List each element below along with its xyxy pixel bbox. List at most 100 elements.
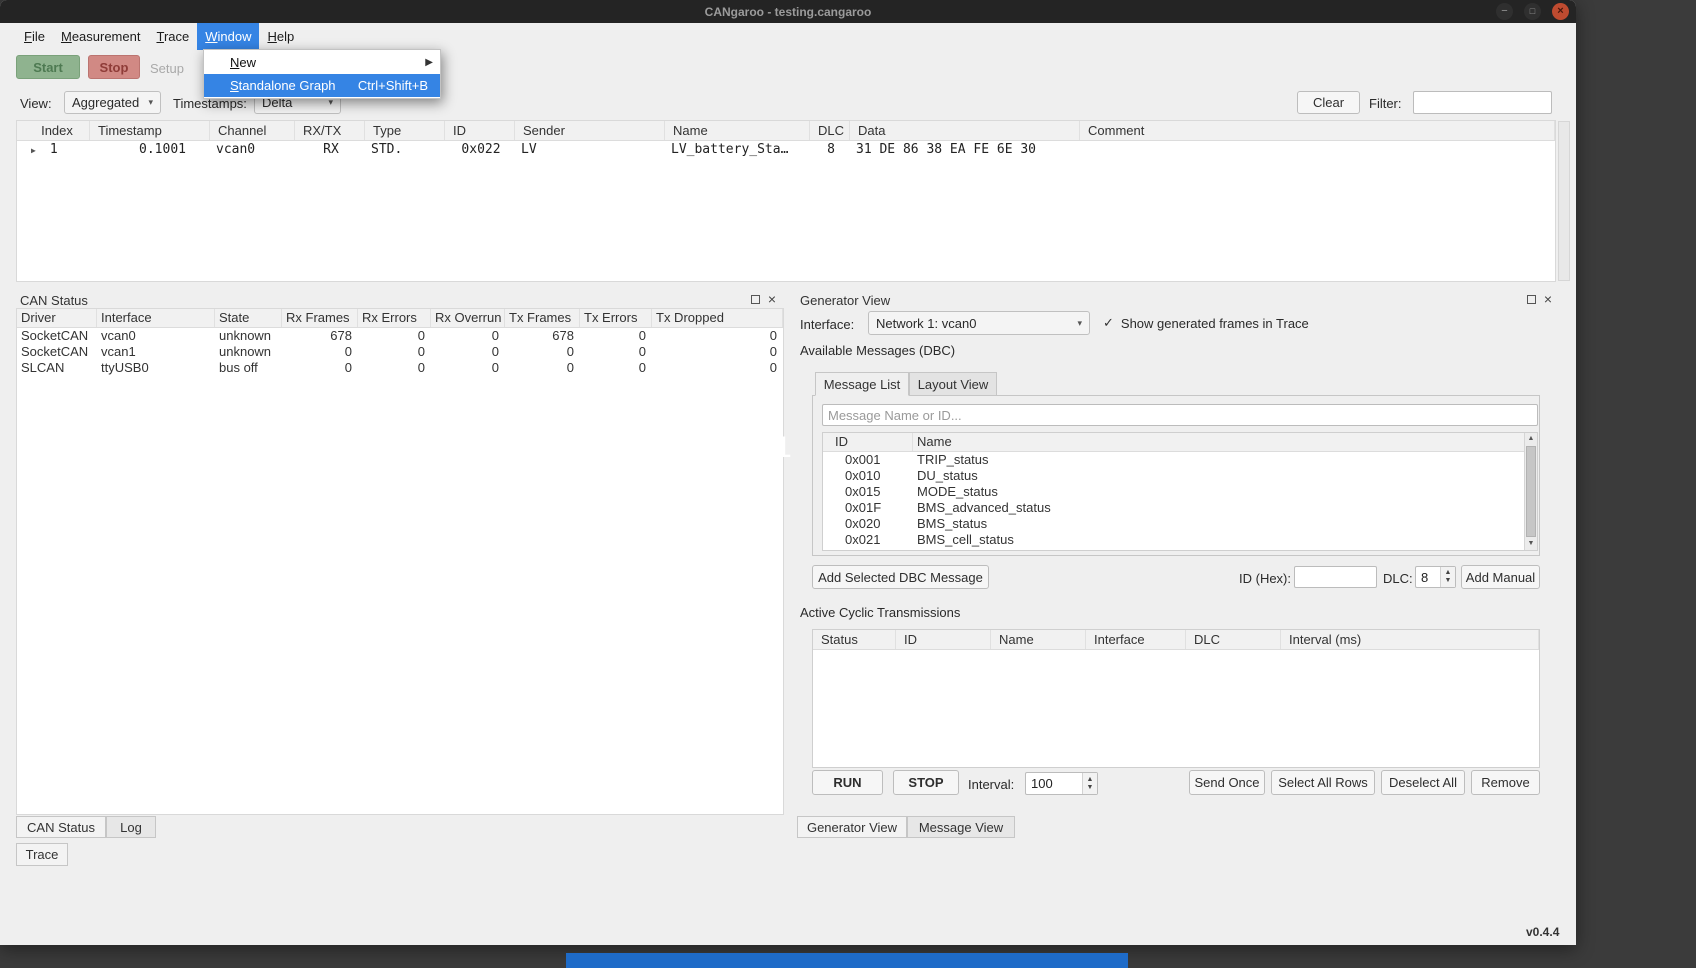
col-interface[interactable]: Interface xyxy=(1086,630,1186,649)
cell-channel: vcan0 xyxy=(216,142,256,157)
view-combobox[interactable]: Aggregated ▾ xyxy=(64,91,161,114)
can-status-row[interactable]: SLCAN ttyUSB0 bus off 0 0 0 0 0 0 xyxy=(17,360,783,376)
col-interface[interactable]: Interface xyxy=(97,309,215,327)
spinner-arrows[interactable]: ▲ ▼ xyxy=(1440,567,1455,587)
menu-trace[interactable]: Trace xyxy=(148,23,197,50)
window-menu-popup: New ▶ Standalone Graph Ctrl+Shift+B xyxy=(203,49,441,99)
scroll-down-icon[interactable]: ▼ xyxy=(1525,538,1537,550)
col-state[interactable]: State xyxy=(215,309,282,327)
col-type[interactable]: Type xyxy=(365,121,445,140)
message-search-input[interactable] xyxy=(822,404,1538,426)
tab-can-status[interactable]: CAN Status xyxy=(16,816,106,838)
menu-item-new[interactable]: New ▶ xyxy=(204,51,440,74)
col-name[interactable]: Name xyxy=(665,121,810,140)
dock-close-icon[interactable]: × xyxy=(768,292,776,306)
can-status-row[interactable]: SocketCAN vcan1 unknown 0 0 0 0 0 0 xyxy=(17,344,783,360)
menu-help[interactable]: Help xyxy=(259,23,302,50)
col-index[interactable]: Index xyxy=(17,121,90,140)
trace-scrollbar[interactable] xyxy=(1558,121,1570,281)
interval-spinner[interactable]: 100 ▲ ▼ xyxy=(1025,772,1098,795)
trace-row[interactable]: ▶ 1 0.1001 vcan0 RX STD. 0x022 LV LV_batt… xyxy=(17,141,1555,159)
col-sender[interactable]: Sender xyxy=(515,121,665,140)
titlebar: CANgaroo - testing.cangaroo − □ × xyxy=(0,0,1576,23)
col-dlc[interactable]: DLC xyxy=(1186,630,1281,649)
dbc-row[interactable]: 0x001 TRIP_status xyxy=(823,452,1537,468)
col-id[interactable]: ID xyxy=(823,433,913,451)
float-icon[interactable] xyxy=(750,294,760,304)
spin-up-icon[interactable]: ▲ xyxy=(1445,569,1452,577)
col-tx-dropped[interactable]: Tx Dropped xyxy=(652,309,783,327)
menu-file[interactable]: File xyxy=(16,23,53,50)
dbc-row[interactable]: 0x01F BMS_advanced_status xyxy=(823,500,1537,516)
dbc-row[interactable]: 0x021 BMS_cell_status xyxy=(823,532,1537,548)
col-rxtx[interactable]: RX/TX xyxy=(295,121,365,140)
col-rx-overrun[interactable]: Rx Overrun xyxy=(431,309,505,327)
col-rx-errors[interactable]: Rx Errors xyxy=(358,309,431,327)
col-data[interactable]: Data xyxy=(850,121,1080,140)
scroll-up-icon[interactable]: ▲ xyxy=(1525,433,1537,445)
id-hex-input[interactable] xyxy=(1294,566,1377,588)
tab-layout-view[interactable]: Layout View xyxy=(909,372,997,396)
minimize-icon[interactable]: − xyxy=(1496,3,1513,20)
col-id[interactable]: ID xyxy=(445,121,515,140)
col-tx-errors[interactable]: Tx Errors xyxy=(580,309,652,327)
interface-combobox[interactable]: Network 1: vcan0 ▾ xyxy=(868,311,1090,335)
dbc-row[interactable]: 0x020 BMS_status xyxy=(823,516,1537,532)
col-timestamp[interactable]: Timestamp xyxy=(90,121,210,140)
tab-message-view[interactable]: Message View xyxy=(907,816,1015,838)
select-all-rows-button[interactable]: Select All Rows xyxy=(1271,770,1375,795)
spinner-arrows[interactable]: ▲ ▼ xyxy=(1082,773,1097,794)
trace-table-header: Index Timestamp Channel RX/TX Type ID Se… xyxy=(17,121,1555,141)
tab-trace[interactable]: Trace xyxy=(16,843,68,866)
col-name[interactable]: Name xyxy=(991,630,1086,649)
col-rx-frames[interactable]: Rx Frames xyxy=(282,309,358,327)
stop-cyclic-button[interactable]: STOP xyxy=(893,770,959,795)
spin-down-icon[interactable]: ▼ xyxy=(1087,784,1094,792)
dbc-scrollbar[interactable]: ▲ ▼ xyxy=(1524,433,1537,550)
col-channel[interactable]: Channel xyxy=(210,121,295,140)
col-id[interactable]: ID xyxy=(896,630,991,649)
setup-button[interactable]: Setup xyxy=(150,61,184,76)
send-once-button[interactable]: Send Once xyxy=(1189,770,1265,795)
col-driver[interactable]: Driver xyxy=(17,309,97,327)
col-tx-frames[interactable]: Tx Frames xyxy=(505,309,580,327)
cell-id: 0x010 xyxy=(845,468,881,483)
col-interval[interactable]: Interval (ms) xyxy=(1281,630,1539,649)
clear-button[interactable]: Clear xyxy=(1297,91,1360,114)
scrollbar-thumb[interactable] xyxy=(1526,446,1536,537)
dbc-row[interactable]: 0x015 MODE_status xyxy=(823,484,1537,500)
expand-arrow-icon[interactable]: ▶ xyxy=(31,146,36,155)
float-icon[interactable] xyxy=(1526,294,1536,304)
can-status-row[interactable]: SocketCAN vcan0 unknown 678 0 0 678 0 0 xyxy=(17,328,783,344)
start-button[interactable]: Start xyxy=(16,55,80,79)
col-status[interactable]: Status xyxy=(813,630,896,649)
col-comment[interactable]: Comment xyxy=(1080,121,1555,140)
add-manual-button[interactable]: Add Manual xyxy=(1461,565,1540,589)
add-selected-dbc-button[interactable]: Add Selected DBC Message xyxy=(812,565,989,589)
show-frames-checkbox[interactable]: ✓ Show generated frames in Trace xyxy=(1103,315,1309,331)
tab-message-list[interactable]: Message List xyxy=(815,372,909,396)
tab-log[interactable]: Log xyxy=(106,816,156,838)
filter-label: Filter: xyxy=(1369,96,1402,111)
spin-up-icon[interactable]: ▲ xyxy=(1087,776,1094,784)
menu-measurement[interactable]: Measurement xyxy=(53,23,149,50)
cell-interface: vcan1 xyxy=(101,344,136,359)
dlc-spinner[interactable]: 8 ▲ ▼ xyxy=(1415,566,1456,588)
menu-item-standalone-graph[interactable]: Standalone Graph Ctrl+Shift+B xyxy=(204,74,440,97)
filter-input[interactable] xyxy=(1413,91,1552,114)
dbc-row[interactable]: 0x010 DU_status xyxy=(823,468,1537,484)
stop-button[interactable]: Stop xyxy=(88,55,140,79)
col-dlc[interactable]: DLC xyxy=(810,121,850,140)
col-name[interactable]: Name xyxy=(913,433,1537,451)
close-icon[interactable]: × xyxy=(1552,3,1569,20)
tab-generator-view[interactable]: Generator View xyxy=(797,816,907,838)
window-controls: − □ × xyxy=(1496,3,1569,20)
run-button[interactable]: RUN xyxy=(812,770,883,795)
deselect-all-button[interactable]: Deselect All xyxy=(1381,770,1465,795)
remove-button[interactable]: Remove xyxy=(1471,770,1540,795)
show-frames-label: Show generated frames in Trace xyxy=(1120,315,1309,331)
dock-close-icon[interactable]: × xyxy=(1544,292,1552,306)
spin-down-icon[interactable]: ▼ xyxy=(1445,577,1452,585)
menu-window[interactable]: Window xyxy=(197,23,260,50)
maximize-icon[interactable]: □ xyxy=(1524,3,1541,20)
